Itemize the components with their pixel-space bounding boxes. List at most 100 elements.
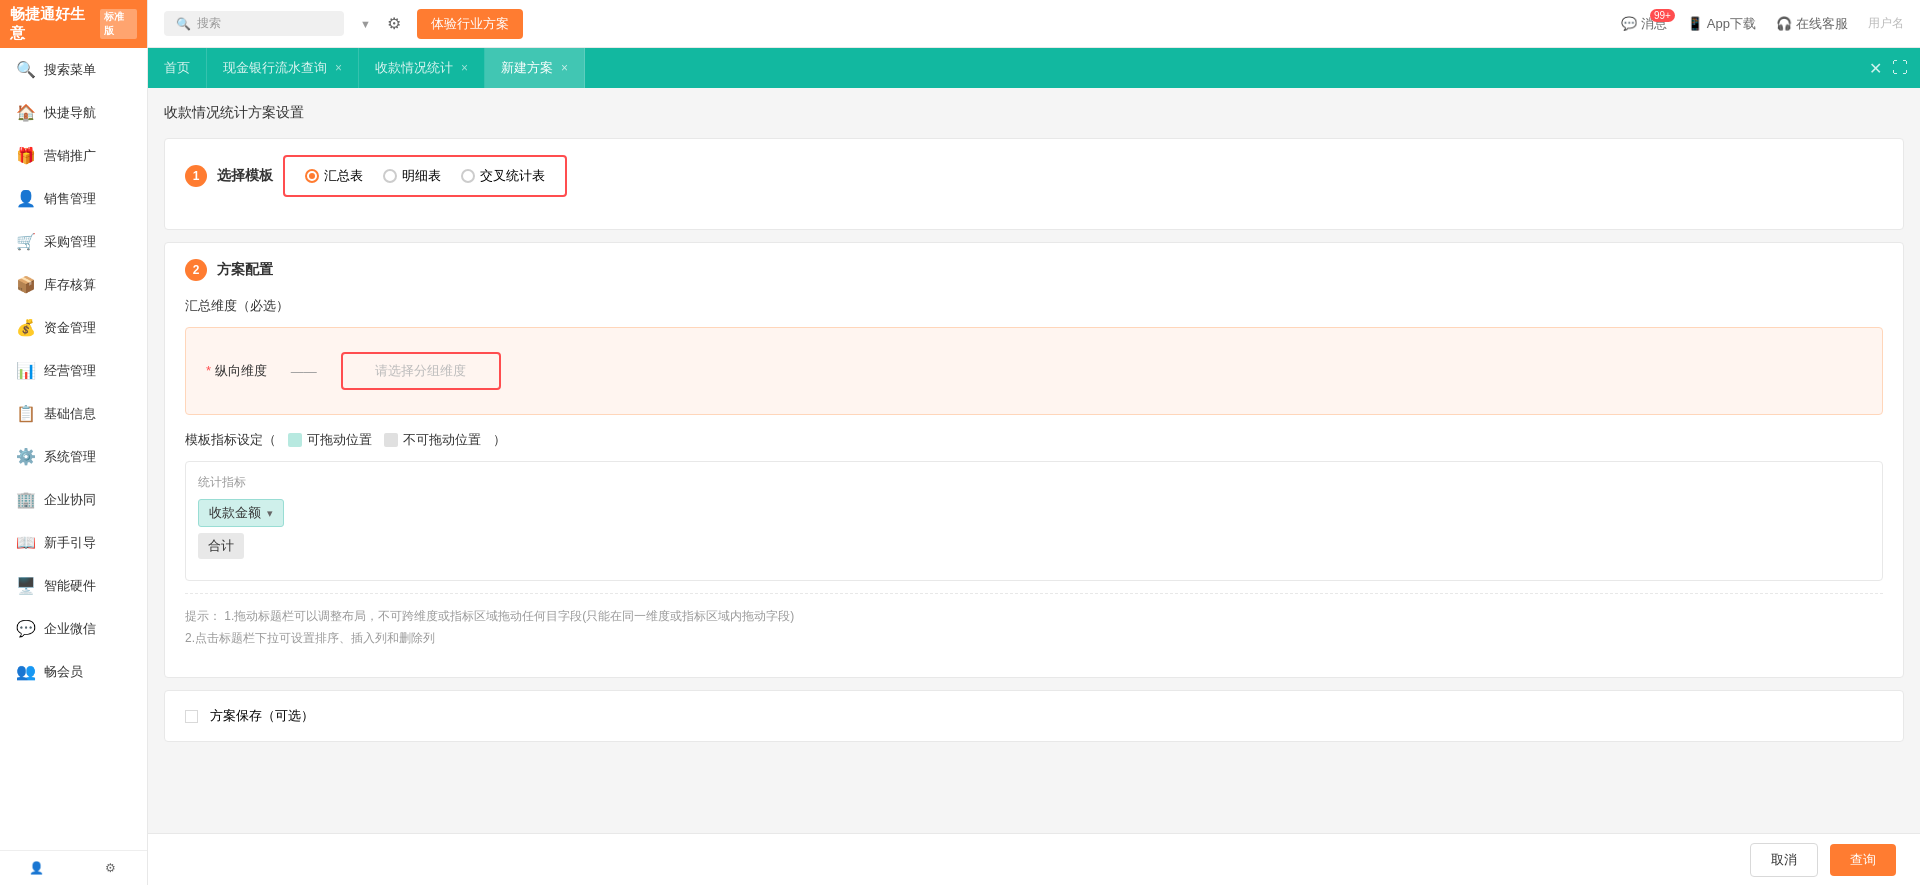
step1-title: 选择模板 bbox=[217, 167, 273, 185]
tab-bank-flow[interactable]: 现金银行流水查询 × bbox=[207, 48, 359, 88]
sidebar-item-system[interactable]: ⚙️ 系统管理 bbox=[0, 435, 147, 478]
save-label: 方案保存（可选） bbox=[210, 707, 314, 725]
sidebar: 畅捷通好生意 标准版 🔍 搜索菜单 🏠 快捷导航 🎁 营销推广 👤 销售管理 🛒… bbox=[0, 0, 148, 885]
cart-icon: 🛒 bbox=[16, 232, 36, 251]
support-btn[interactable]: 🎧 在线客服 bbox=[1776, 15, 1848, 33]
tab-home-label: 首页 bbox=[164, 59, 190, 77]
book-icon: 📖 bbox=[16, 533, 36, 552]
sidebar-item-label: 营销推广 bbox=[44, 147, 96, 165]
dimension-title: 汇总维度（必选） bbox=[185, 297, 1883, 315]
sidebar-item-search-menu[interactable]: 🔍 搜索菜单 bbox=[0, 48, 147, 91]
sidebar-item-hardware[interactable]: 🖥️ 智能硬件 bbox=[0, 564, 147, 607]
money-icon: 💰 bbox=[16, 318, 36, 337]
dimension-select[interactable]: 请选择分组维度 bbox=[341, 352, 501, 390]
radio-cross-label: 交叉统计表 bbox=[480, 167, 545, 185]
metrics-title-text: 模板指标设定（ bbox=[185, 431, 276, 449]
sidebar-user-btn[interactable]: 👤 bbox=[0, 851, 74, 885]
sidebar-item-label: 资金管理 bbox=[44, 319, 96, 337]
metrics-area: 统计指标 收款金额 ▾ 合计 bbox=[185, 461, 1883, 581]
metric-subtag-total: 合计 bbox=[198, 533, 244, 559]
metric-amount-label: 收款金额 bbox=[209, 504, 261, 522]
sidebar-item-marketing[interactable]: 🎁 营销推广 bbox=[0, 134, 147, 177]
industry-btn[interactable]: 体验行业方案 bbox=[417, 9, 523, 39]
radio-summary-circle bbox=[305, 169, 319, 183]
radio-detail[interactable]: 明细表 bbox=[383, 167, 441, 185]
step1-header: 1 选择模板 汇总表 明细表 交叉统计表 bbox=[185, 155, 1883, 197]
metric-dropdown-arrow: ▾ bbox=[267, 507, 273, 520]
sidebar-item-guide[interactable]: 📖 新手引导 bbox=[0, 521, 147, 564]
main-area: 🔍 搜索 ▼ ⚙ 体验行业方案 💬 消息 99+ 📱 App下载 🎧 在线客服 … bbox=[148, 0, 1920, 885]
top-header: 🔍 搜索 ▼ ⚙ 体验行业方案 💬 消息 99+ 📱 App下载 🎧 在线客服 … bbox=[148, 0, 1920, 48]
step2-header: 2 方案配置 bbox=[185, 259, 1883, 281]
metric-tag-amount[interactable]: 收款金额 ▾ bbox=[198, 499, 284, 527]
sidebar-item-wechat[interactable]: 💬 企业微信 bbox=[0, 607, 147, 650]
sidebar-settings-btn[interactable]: ⚙ bbox=[74, 851, 148, 885]
monitor-icon: 🖥️ bbox=[16, 576, 36, 595]
sidebar-item-label: 基础信息 bbox=[44, 405, 96, 423]
tab-new-plan-close[interactable]: × bbox=[561, 61, 568, 75]
settings-icon: ⚙️ bbox=[16, 447, 36, 466]
tab-bar-actions: ✕ ⛶ bbox=[1857, 48, 1920, 88]
tab-new-plan[interactable]: 新建方案 × bbox=[485, 48, 585, 88]
sidebar-item-member[interactable]: 👥 畅会员 bbox=[0, 650, 147, 693]
step2-title: 方案配置 bbox=[217, 261, 273, 279]
draggable-legend: 可拖动位置 bbox=[288, 431, 372, 449]
arrow-separator: —— bbox=[291, 364, 317, 379]
query-button[interactable]: 查询 bbox=[1830, 844, 1896, 876]
notification-btn[interactable]: 💬 消息 99+ bbox=[1621, 15, 1667, 33]
search-placeholder: 搜索 bbox=[197, 15, 221, 32]
radio-summary[interactable]: 汇总表 bbox=[305, 167, 363, 185]
tips-section: 提示： 1.拖动标题栏可以调整布局，不可跨维度或指标区域拖动任何目字段(只能在同… bbox=[185, 593, 1883, 661]
chat-icon: 💬 bbox=[16, 619, 36, 638]
search-menu-icon: 🔍 bbox=[16, 60, 36, 79]
search-box[interactable]: 🔍 搜索 bbox=[164, 11, 344, 36]
tab-bank-flow-close[interactable]: × bbox=[335, 61, 342, 75]
tab-bank-flow-label: 现金银行流水查询 bbox=[223, 59, 327, 77]
tab-maximize-icon[interactable]: ⛶ bbox=[1892, 59, 1908, 77]
sidebar-item-sales[interactable]: 👤 销售管理 bbox=[0, 177, 147, 220]
sidebar-item-inventory[interactable]: 📦 库存核算 bbox=[0, 263, 147, 306]
sidebar-item-label: 搜索菜单 bbox=[44, 61, 96, 79]
cancel-button[interactable]: 取消 bbox=[1750, 843, 1818, 877]
tab-home[interactable]: 首页 bbox=[148, 48, 207, 88]
sidebar-item-label: 智能硬件 bbox=[44, 577, 96, 595]
category-label: 统计指标 bbox=[198, 474, 1870, 491]
sidebar-item-label: 快捷导航 bbox=[44, 104, 96, 122]
sidebar-item-management[interactable]: 📊 经营管理 bbox=[0, 349, 147, 392]
metrics-header: 模板指标设定（ 可拖动位置 不可拖动位置 ） bbox=[185, 431, 1883, 449]
radio-cross-circle bbox=[461, 169, 475, 183]
tab-receipt-stats[interactable]: 收款情况统计 × bbox=[359, 48, 485, 88]
metric-total-label: 合计 bbox=[208, 537, 234, 555]
sidebar-item-enterprise[interactable]: 🏢 企业协同 bbox=[0, 478, 147, 521]
radio-summary-label: 汇总表 bbox=[324, 167, 363, 185]
sidebar-item-quick-nav[interactable]: 🏠 快捷导航 bbox=[0, 91, 147, 134]
sidebar-item-capital[interactable]: 💰 资金管理 bbox=[0, 306, 147, 349]
clipboard-icon: 📋 bbox=[16, 404, 36, 423]
radio-cross[interactable]: 交叉统计表 bbox=[461, 167, 545, 185]
sidebar-item-purchase[interactable]: 🛒 采购管理 bbox=[0, 220, 147, 263]
sidebar-item-basic-info[interactable]: 📋 基础信息 bbox=[0, 392, 147, 435]
tip-2: 2.点击标题栏下拉可设置排序、插入列和删除列 bbox=[185, 628, 1883, 650]
save-section: 方案保存（可选） bbox=[164, 690, 1904, 742]
home-icon: 🏠 bbox=[16, 103, 36, 122]
content-area: 收款情况统计方案设置 1 选择模板 汇总表 明细表 bbox=[148, 88, 1920, 833]
metrics-tags: 收款金额 ▾ 合计 bbox=[198, 499, 1870, 559]
gear-icon[interactable]: ⚙ bbox=[387, 14, 401, 33]
download-label: App下载 bbox=[1707, 15, 1756, 33]
tab-receipt-stats-close[interactable]: × bbox=[461, 61, 468, 75]
dimension-label: * 纵向维度 bbox=[206, 362, 267, 380]
search-dropdown-arrow[interactable]: ▼ bbox=[360, 18, 371, 30]
box-icon: 📦 bbox=[16, 275, 36, 294]
step1-number: 1 bbox=[185, 165, 207, 187]
template-section: 1 选择模板 汇总表 明细表 交叉统计表 bbox=[164, 138, 1904, 230]
dimension-area: * 纵向维度 —— 请选择分组维度 bbox=[185, 327, 1883, 415]
tab-new-plan-label: 新建方案 bbox=[501, 59, 553, 77]
template-options-box: 汇总表 明细表 交叉统计表 bbox=[283, 155, 567, 197]
page-title: 收款情况统计方案设置 bbox=[164, 104, 1904, 122]
draggable-legend-label: 可拖动位置 bbox=[307, 431, 372, 449]
app-download-btn[interactable]: 📱 App下载 bbox=[1687, 15, 1756, 33]
user-name: 用户名 bbox=[1868, 15, 1904, 32]
save-checkbox[interactable] bbox=[185, 710, 198, 723]
sidebar-item-label: 库存核算 bbox=[44, 276, 96, 294]
tab-minimize-icon[interactable]: ✕ bbox=[1869, 59, 1882, 78]
